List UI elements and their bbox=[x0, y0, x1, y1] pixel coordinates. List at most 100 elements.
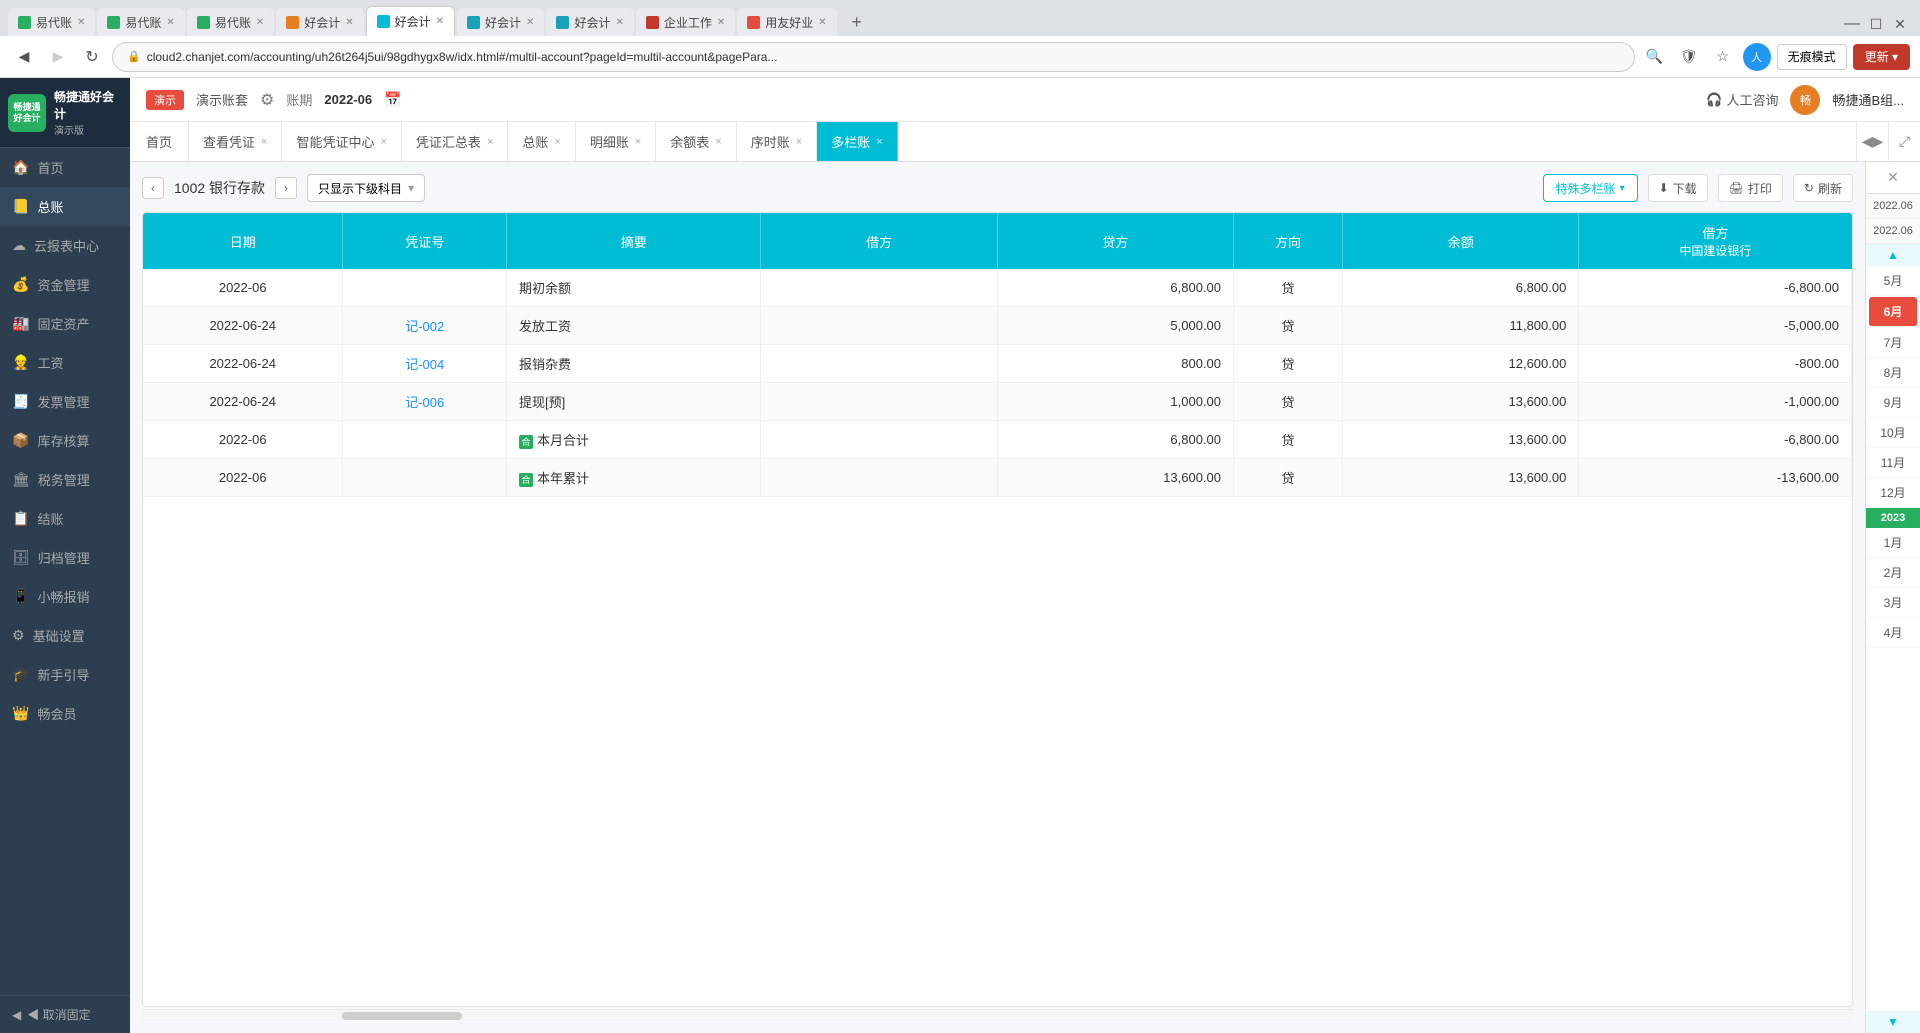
page-tab-balance-sheet[interactable]: 余额表 × bbox=[656, 122, 736, 162]
tab-close-icon[interactable]: ✕ bbox=[436, 16, 444, 27]
tab-haokuaiji-1[interactable]: 好会计 ✕ bbox=[276, 8, 363, 36]
consult-btn[interactable]: 🎧 人工咨询 bbox=[1706, 90, 1778, 109]
sidebar-item-cloud-report[interactable]: ☁ 云报表中心 bbox=[0, 226, 130, 265]
tab-expand-btn[interactable]: ⤢ bbox=[1888, 122, 1920, 162]
bottom-scrollbar[interactable] bbox=[142, 1009, 1853, 1021]
sidebar-item-closing[interactable]: 📋 结账 bbox=[0, 499, 130, 538]
panel-close-btn[interactable]: ✕ bbox=[1866, 162, 1920, 194]
tab-close-icon[interactable]: ✕ bbox=[818, 17, 826, 28]
month-item-3-2023[interactable]: 3月 bbox=[1866, 588, 1920, 618]
tab-close-icon[interactable]: ✕ bbox=[345, 17, 353, 28]
tab-collapse-btn[interactable]: ◀▶ bbox=[1856, 122, 1888, 162]
month-item-1-2023[interactable]: 1月 bbox=[1866, 528, 1920, 558]
download-btn[interactable]: ⬇ 下载 bbox=[1648, 174, 1708, 202]
sidebar-item-settings[interactable]: ⚙ 基础设置 bbox=[0, 616, 130, 655]
update-btn[interactable]: 更新 ▾ bbox=[1853, 44, 1910, 70]
sidebar-item-tax[interactable]: 🏛 税务管理 bbox=[0, 460, 130, 499]
browser-min-btn[interactable]: — bbox=[1840, 12, 1864, 36]
print-btn[interactable]: 🖨 打印 bbox=[1718, 174, 1783, 202]
tab-close-icon[interactable]: ✕ bbox=[256, 17, 264, 28]
month-item-9[interactable]: 9月 bbox=[1866, 388, 1920, 418]
refresh-btn[interactable]: ↻ 刷新 bbox=[1793, 174, 1853, 202]
month-item-6[interactable]: 6月 bbox=[1869, 297, 1917, 327]
settings-gear-icon[interactable]: ⚙ bbox=[260, 90, 274, 110]
sidebar-item-member[interactable]: 👑 畅会员 bbox=[0, 694, 130, 733]
special-multi-col-btn[interactable]: 特殊多栏账 ▾ bbox=[1543, 174, 1638, 202]
tab-close-icon[interactable]: ✕ bbox=[615, 17, 623, 28]
tab-close-icon[interactable]: × bbox=[261, 136, 267, 148]
sidebar-item-archive[interactable]: 🗄 归档管理 bbox=[0, 538, 130, 577]
tab-close-icon[interactable]: ✕ bbox=[77, 17, 85, 28]
tab-enterprise[interactable]: 企业工作 ✕ bbox=[636, 8, 735, 36]
tab-close-icon[interactable]: ✕ bbox=[717, 17, 725, 28]
sidebar-item-guide[interactable]: 🎓 新手引导 bbox=[0, 655, 130, 694]
month-item-2-2023[interactable]: 2月 bbox=[1866, 558, 1920, 588]
tab-close-icon[interactable]: × bbox=[635, 136, 641, 148]
tab-close-icon[interactable]: × bbox=[554, 136, 560, 148]
ledger-table: 日期 凭证号 摘要 借方 贷方 方向 余额 借方中国建设银行 bbox=[143, 213, 1852, 497]
sidebar-item-home[interactable]: 🏠 首页 bbox=[0, 148, 130, 187]
account-nav-prev[interactable]: ‹ bbox=[142, 177, 164, 199]
cell-voucher[interactable]: 记-004 bbox=[343, 345, 507, 383]
sidebar-footer-pin[interactable]: ◀ ◀ 取消固定 bbox=[0, 995, 130, 1033]
page-tab-sequence-ledger[interactable]: 序时账 × bbox=[737, 122, 817, 162]
sidebar-item-fund[interactable]: 💰 资金管理 bbox=[0, 265, 130, 304]
tab-close-icon[interactable]: ✕ bbox=[166, 17, 174, 28]
tab-haokuaiji-3[interactable]: 好会计 ✕ bbox=[546, 8, 633, 36]
tab-close-icon[interactable]: × bbox=[487, 136, 493, 148]
browser-profile-btn[interactable]: 人 bbox=[1743, 43, 1771, 71]
new-tab-btn[interactable]: + bbox=[843, 8, 871, 36]
page-tab-voucher-view[interactable]: 查看凭证 × bbox=[189, 122, 282, 162]
month-item-11[interactable]: 11月 bbox=[1866, 448, 1920, 478]
tab-yonyou[interactable]: 用友好业 ✕ bbox=[737, 8, 836, 36]
page-tab-multi-col-ledger[interactable]: 多栏账 × bbox=[817, 122, 897, 162]
tab-close-icon[interactable]: × bbox=[796, 136, 802, 148]
user-avatar[interactable]: 畅 bbox=[1790, 85, 1820, 115]
forward-btn[interactable]: ▶ bbox=[44, 43, 72, 71]
calendar-icon[interactable]: 📅 bbox=[384, 91, 401, 108]
back-btn[interactable]: ◀ bbox=[10, 43, 38, 71]
address-input[interactable]: 🔒 cloud2.chanjet.com/accounting/uh26t264… bbox=[112, 42, 1635, 72]
month-item-8[interactable]: 8月 bbox=[1866, 358, 1920, 388]
tab-close-icon[interactable]: ✕ bbox=[526, 17, 534, 28]
page-tab-voucher-summary[interactable]: 凭证汇总表 × bbox=[402, 122, 508, 162]
sub-account-filter[interactable]: 只显示下级科目 ▾ bbox=[307, 174, 425, 202]
sidebar-item-assets[interactable]: 🏭 固定资产 bbox=[0, 304, 130, 343]
account-nav-next[interactable]: › bbox=[275, 177, 297, 199]
month-item-12[interactable]: 12月 bbox=[1866, 478, 1920, 508]
scroll-down-btn[interactable]: ▼ bbox=[1866, 1011, 1920, 1033]
page-tab-general-ledger[interactable]: 总账 × bbox=[508, 122, 575, 162]
sidebar-item-expense[interactable]: 📱 小畅报销 bbox=[0, 577, 130, 616]
no-trace-mode-btn[interactable]: 无痕模式 bbox=[1777, 44, 1847, 70]
tab-close-icon[interactable]: × bbox=[380, 136, 386, 148]
page-tab-home[interactable]: 首页 bbox=[130, 122, 189, 162]
browser-close-btn[interactable]: ✕ bbox=[1888, 12, 1912, 36]
reload-btn[interactable]: ↻ bbox=[78, 43, 106, 71]
search-icon[interactable]: 🔍 bbox=[1641, 43, 1669, 71]
tab-yidazhang-2[interactable]: 易代账 ✕ bbox=[97, 8, 184, 36]
browser-max-btn[interactable]: ☐ bbox=[1864, 12, 1888, 36]
sidebar-item-salary[interactable]: 👷 工资 bbox=[0, 343, 130, 382]
scroll-thumb[interactable] bbox=[342, 1012, 462, 1020]
sidebar-item-invoice[interactable]: 🧾 发票管理 bbox=[0, 382, 130, 421]
month-item-7[interactable]: 7月 bbox=[1866, 328, 1920, 358]
tab-close-icon[interactable]: × bbox=[715, 136, 721, 148]
star-icon[interactable]: ☆ bbox=[1709, 43, 1737, 71]
month-item-4-2023[interactable]: 4月 bbox=[1866, 618, 1920, 648]
sidebar-item-ledger[interactable]: 📒 总账 bbox=[0, 187, 130, 226]
tab-close-icon[interactable]: × bbox=[876, 136, 882, 148]
tab-haokuaiji-active[interactable]: 好会计 ✕ bbox=[366, 6, 455, 36]
tab-haokuaiji-2[interactable]: 好会计 ✕ bbox=[457, 8, 544, 36]
page-tab-smart-voucher[interactable]: 智能凭证中心 × bbox=[282, 122, 401, 162]
member-icon: 👑 bbox=[12, 705, 29, 722]
month-item-10[interactable]: 10月 bbox=[1866, 418, 1920, 448]
shield-icon[interactable]: 🛡 bbox=[1675, 43, 1703, 71]
sidebar-item-inventory[interactable]: 📦 库存核算 bbox=[0, 421, 130, 460]
tab-yidazhang-1[interactable]: 易代账 ✕ bbox=[8, 8, 95, 36]
cell-voucher[interactable]: 记-006 bbox=[343, 383, 507, 421]
page-tab-detail-ledger[interactable]: 明细账 × bbox=[576, 122, 656, 162]
scroll-up-btn[interactable]: ▲ bbox=[1866, 244, 1920, 266]
month-item-5[interactable]: 5月 bbox=[1866, 266, 1920, 296]
tab-yidazhang-3[interactable]: 易代账 ✕ bbox=[187, 8, 274, 36]
cell-voucher[interactable]: 记-002 bbox=[343, 307, 507, 345]
